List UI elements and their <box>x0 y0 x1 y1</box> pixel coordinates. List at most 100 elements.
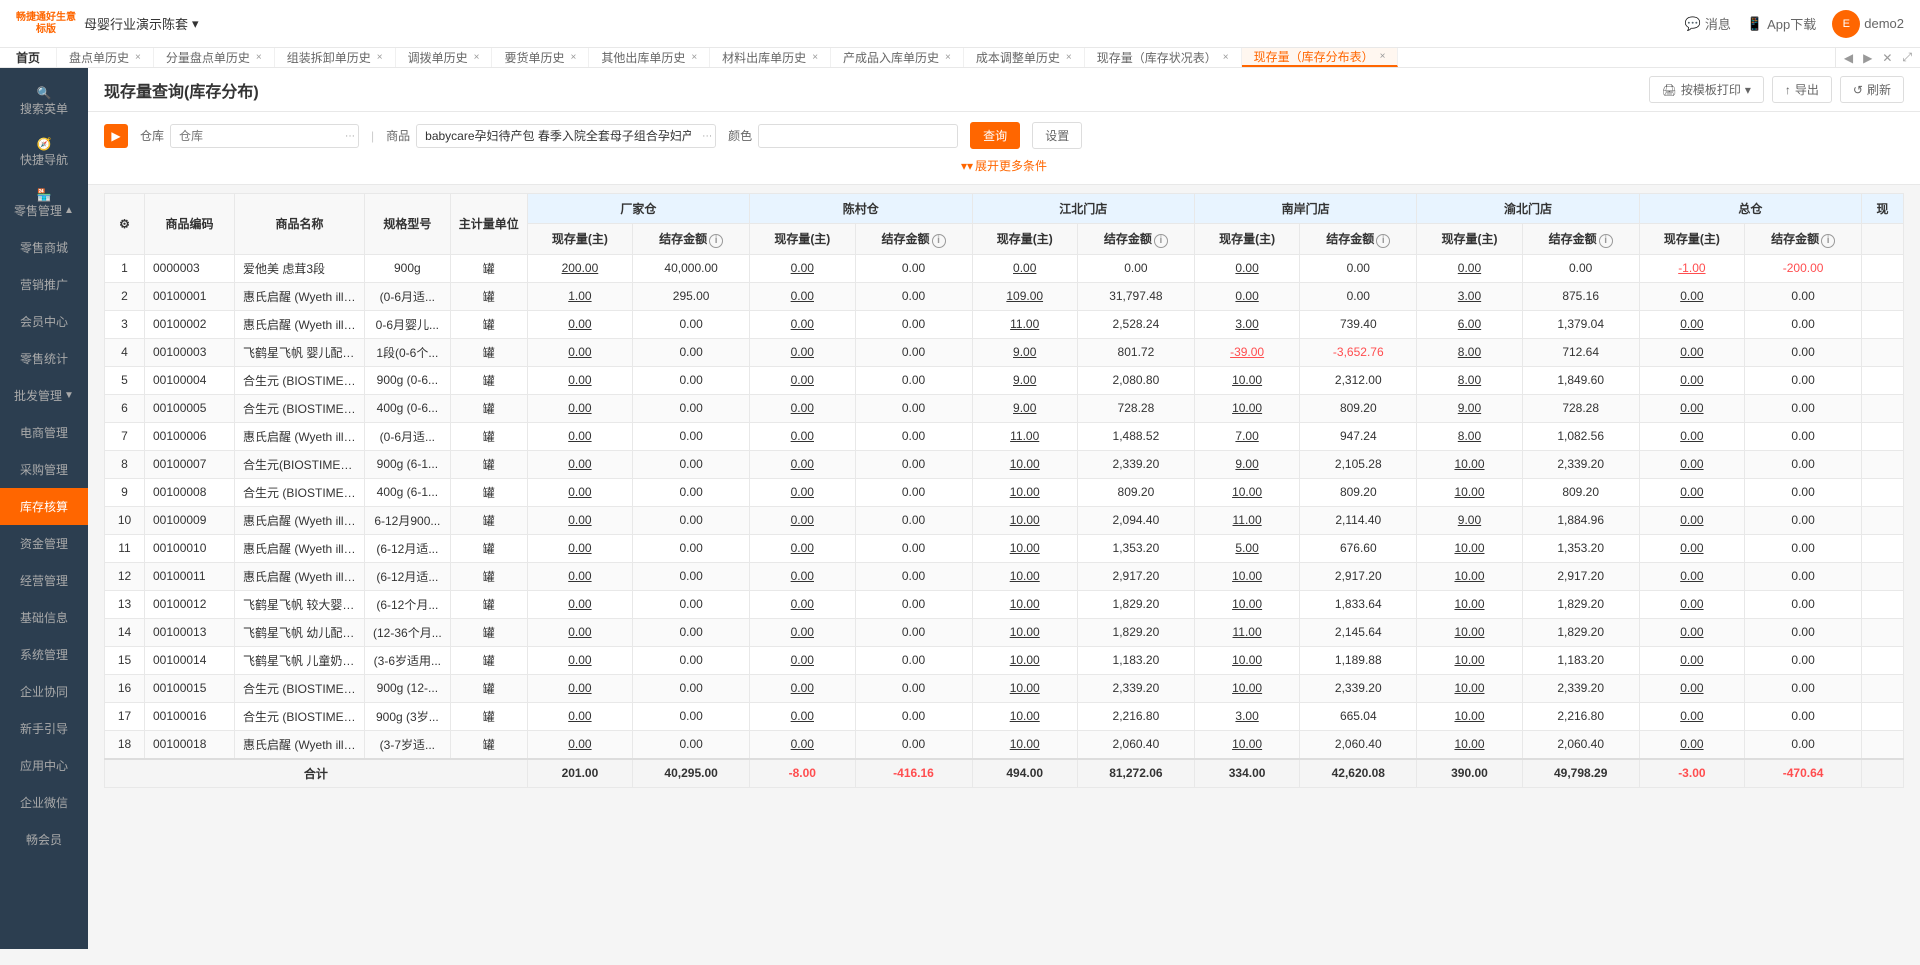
row-stock[interactable]: 0.00 <box>1639 506 1744 534</box>
settings-button[interactable]: 设置 <box>1032 122 1082 149</box>
info-icon[interactable]: i <box>1376 234 1390 248</box>
row-stock[interactable]: 0.00 <box>750 254 855 282</box>
row-stock[interactable]: 6.00 <box>1417 310 1522 338</box>
tab-close-icon[interactable]: × <box>1066 52 1072 63</box>
row-stock[interactable]: 0.00 <box>1639 590 1744 618</box>
row-stock[interactable]: 10.00 <box>972 478 1077 506</box>
goods-dots-btn[interactable]: ··· <box>702 130 712 141</box>
sidebar-item-retail-shop[interactable]: 零售商城 <box>0 229 88 266</box>
search-button[interactable]: 查询 <box>970 122 1020 149</box>
row-stock[interactable]: 0.00 <box>1639 562 1744 590</box>
row-stock[interactable]: 10.00 <box>972 674 1077 702</box>
collapse-toggle[interactable]: ▶ <box>104 124 128 148</box>
sidebar-item-basics[interactable]: 基础信息 <box>0 599 88 636</box>
row-stock[interactable]: 0.00 <box>750 562 855 590</box>
tab-2[interactable]: 分量盘点单历史 × <box>154 48 275 67</box>
row-stock[interactable]: 10.00 <box>1417 450 1522 478</box>
row-stock[interactable]: -1.00 <box>1639 254 1744 282</box>
row-stock[interactable]: 10.00 <box>1417 618 1522 646</box>
row-stock[interactable]: 10.00 <box>972 450 1077 478</box>
row-stock[interactable]: 10.00 <box>1194 366 1299 394</box>
row-stock[interactable]: 0.00 <box>750 534 855 562</box>
row-stock[interactable]: 0.00 <box>1639 618 1744 646</box>
sidebar-item-finance[interactable]: 资金管理 <box>0 525 88 562</box>
row-stock[interactable]: 0.00 <box>527 646 632 674</box>
sidebar-item-marketing[interactable]: 营销推广 <box>0 266 88 303</box>
row-stock[interactable]: 0.00 <box>527 562 632 590</box>
row-stock[interactable]: 0.00 <box>1194 254 1299 282</box>
row-stock[interactable]: 0.00 <box>750 478 855 506</box>
row-stock[interactable]: 0.00 <box>1639 310 1744 338</box>
info-icon[interactable]: i <box>709 234 723 248</box>
info-icon[interactable]: i <box>932 234 946 248</box>
tab-maximize-btn[interactable]: ⤢ <box>1898 48 1916 67</box>
row-stock[interactable]: 0.00 <box>527 702 632 730</box>
row-stock[interactable]: 10.00 <box>972 646 1077 674</box>
sidebar-item-apps[interactable]: 应用中心 <box>0 747 88 784</box>
row-stock[interactable]: 11.00 <box>972 310 1077 338</box>
row-stock[interactable]: 0.00 <box>527 730 632 759</box>
tab-1[interactable]: 盘点单历史 × <box>57 48 154 67</box>
row-stock[interactable]: 10.00 <box>1417 534 1522 562</box>
sidebar-item-ecommerce[interactable]: 电商管理 <box>0 414 88 451</box>
th-settings[interactable]: ⚙ <box>105 194 145 255</box>
row-stock[interactable]: 0.00 <box>527 618 632 646</box>
row-stock[interactable]: 0.00 <box>1194 282 1299 310</box>
row-stock[interactable]: 7.00 <box>1194 422 1299 450</box>
row-stock[interactable]: 0.00 <box>1639 534 1744 562</box>
row-stock[interactable]: 9.00 <box>1194 450 1299 478</box>
row-stock[interactable]: 0.00 <box>750 646 855 674</box>
row-stock[interactable]: 0.00 <box>527 366 632 394</box>
row-stock[interactable]: 0.00 <box>750 674 855 702</box>
row-stock[interactable]: 10.00 <box>1417 478 1522 506</box>
sidebar-item-guide[interactable]: 新手引导 <box>0 710 88 747</box>
row-stock[interactable]: 0.00 <box>1639 282 1744 310</box>
sidebar-item-members[interactable]: 畅会员 <box>0 821 88 858</box>
info-icon[interactable]: i <box>1599 234 1613 248</box>
row-stock[interactable]: 10.00 <box>972 618 1077 646</box>
warehouse-input[interactable] <box>170 124 359 148</box>
row-stock[interactable]: 0.00 <box>750 366 855 394</box>
goods-input[interactable] <box>416 124 716 148</box>
info-icon[interactable]: i <box>1154 234 1168 248</box>
row-stock[interactable]: 5.00 <box>1194 534 1299 562</box>
row-stock[interactable]: 10.00 <box>972 730 1077 759</box>
row-stock[interactable]: 10.00 <box>1194 394 1299 422</box>
sidebar-item-enterprise[interactable]: 企业协同 <box>0 673 88 710</box>
color-input[interactable] <box>758 124 958 148</box>
tab-5[interactable]: 要货单历史 × <box>492 48 589 67</box>
row-stock[interactable]: 10.00 <box>972 590 1077 618</box>
sidebar-item-system[interactable]: 系统管理 <box>0 636 88 673</box>
row-stock[interactable]: 0.00 <box>527 422 632 450</box>
sidebar-item-nav[interactable]: 🧭 快捷导航 <box>0 127 88 178</box>
tab-11[interactable]: 现存量（库存分布表） × <box>1242 48 1399 67</box>
row-stock[interactable]: 0.00 <box>750 394 855 422</box>
sidebar-item-wholesale[interactable]: 批发管理 ▼ <box>0 377 88 414</box>
tab-7[interactable]: 材料出库单历史 × <box>710 48 831 67</box>
row-stock[interactable]: 0.00 <box>527 478 632 506</box>
row-stock[interactable]: 10.00 <box>1417 590 1522 618</box>
row-stock[interactable]: 0.00 <box>1639 366 1744 394</box>
row-stock[interactable]: 3.00 <box>1194 310 1299 338</box>
row-stock[interactable]: 0.00 <box>972 254 1077 282</box>
expand-conditions-btn[interactable]: ▾▾ 展开更多条件 <box>961 157 1047 174</box>
row-stock[interactable]: 11.00 <box>1194 618 1299 646</box>
tab-close-icon[interactable]: × <box>1223 52 1229 63</box>
row-stock[interactable]: 109.00 <box>972 282 1077 310</box>
sidebar-item-retail-mgmt[interactable]: 🏪 零售管理 ▲ <box>0 178 88 229</box>
row-stock[interactable]: 0.00 <box>750 618 855 646</box>
row-stock[interactable]: 0.00 <box>1639 478 1744 506</box>
row-stock[interactable]: 200.00 <box>527 254 632 282</box>
row-stock[interactable]: 11.00 <box>972 422 1077 450</box>
row-stock[interactable]: 0.00 <box>1639 338 1744 366</box>
row-stock[interactable]: 0.00 <box>750 450 855 478</box>
row-stock[interactable]: 10.00 <box>1417 702 1522 730</box>
row-stock[interactable]: 10.00 <box>1417 730 1522 759</box>
sidebar-item-retail-stats[interactable]: 零售统计 <box>0 340 88 377</box>
tab-8[interactable]: 产成品入库单历史 × <box>831 48 964 67</box>
row-stock[interactable]: 10.00 <box>1194 674 1299 702</box>
row-stock[interactable]: 10.00 <box>972 506 1077 534</box>
row-stock[interactable]: 0.00 <box>750 282 855 310</box>
row-stock[interactable]: 11.00 <box>1194 506 1299 534</box>
tab-prev-btn[interactable]: ◀ <box>1840 49 1857 67</box>
